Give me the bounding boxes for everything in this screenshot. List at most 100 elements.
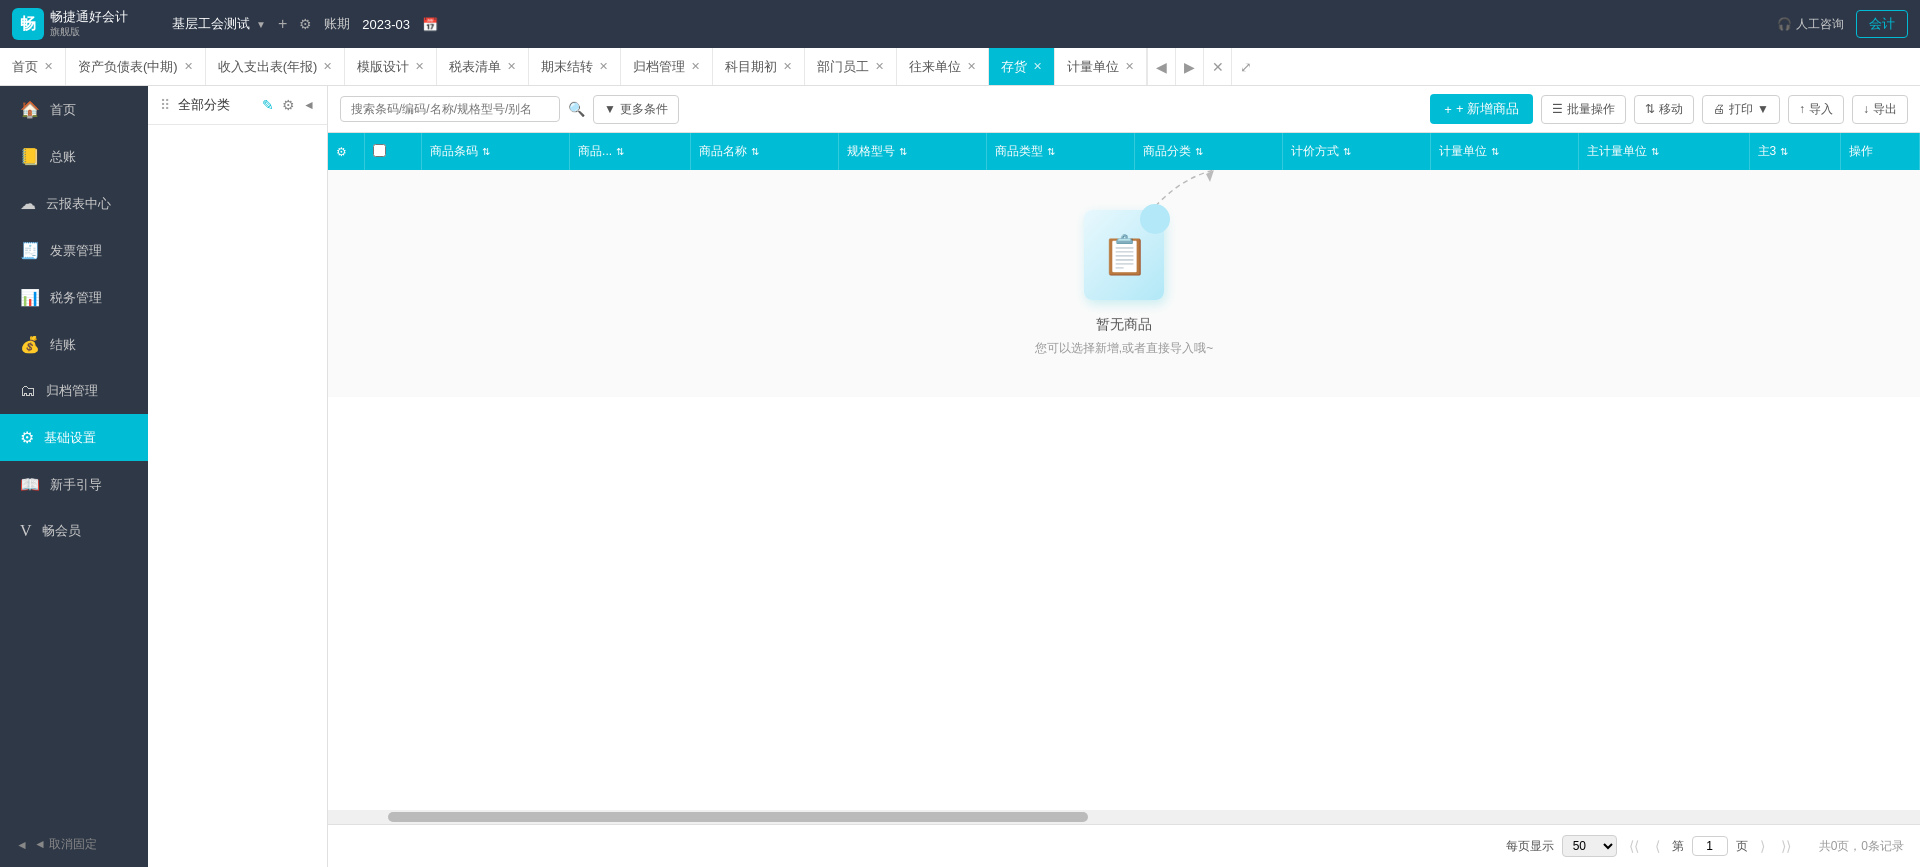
tab-home-close[interactable]: ✕ bbox=[44, 60, 53, 73]
tab-home-label: 首页 bbox=[12, 58, 38, 76]
settings-icon[interactable]: ⚙ bbox=[299, 16, 312, 32]
search-icon[interactable]: 🔍 bbox=[568, 101, 585, 117]
sort-category[interactable]: ⇅ bbox=[1195, 146, 1203, 157]
import-icon: ↑ bbox=[1799, 102, 1805, 116]
tab-tax[interactable]: 税表清单 ✕ bbox=[437, 48, 529, 86]
select-all-checkbox[interactable] bbox=[373, 144, 386, 157]
sidebar-item-settings[interactable]: ⚙ 基础设置 bbox=[0, 414, 148, 461]
add-product-button[interactable]: + + 新增商品 bbox=[1430, 94, 1533, 124]
project-selector[interactable]: 基层工会测试 ▼ bbox=[172, 15, 266, 33]
sidebar-item-reports[interactable]: ☁ 云报表中心 bbox=[0, 180, 148, 227]
search-input[interactable] bbox=[340, 96, 560, 122]
export-button[interactable]: ↓ 导出 bbox=[1852, 95, 1908, 124]
sort-price-mode[interactable]: ⇅ bbox=[1343, 146, 1351, 157]
tab-balance-sheet[interactable]: 资产负债表(中期) ✕ bbox=[66, 48, 206, 86]
table-container: ⚙ 商品条码⇅ 商品...⇅ 商品名称⇅ bbox=[328, 133, 1920, 810]
sort-code[interactable]: ⇅ bbox=[616, 146, 624, 157]
move-button[interactable]: ⇅ 移动 bbox=[1634, 95, 1694, 124]
logo-area: 畅 畅捷通好会计 旗舰版 bbox=[12, 8, 160, 40]
sort-barcode[interactable]: ⇅ bbox=[482, 146, 490, 157]
tab-archive-close[interactable]: ✕ bbox=[691, 60, 700, 73]
tab-template[interactable]: 模版设计 ✕ bbox=[345, 48, 437, 86]
sidebar-label-home: 首页 bbox=[50, 101, 76, 119]
print-icon: 🖨 bbox=[1713, 102, 1725, 116]
left-panel-collapse-btn[interactable]: ◄ bbox=[303, 98, 315, 112]
horizontal-scrollbar[interactable] bbox=[328, 810, 1920, 824]
add-label: + 新增商品 bbox=[1456, 100, 1519, 118]
tab-template-close[interactable]: ✕ bbox=[415, 60, 424, 73]
tab-inventory[interactable]: 存货 ✕ bbox=[989, 48, 1055, 86]
tab-subject-init-close[interactable]: ✕ bbox=[783, 60, 792, 73]
sort-unit[interactable]: ⇅ bbox=[1491, 146, 1499, 157]
empty-title: 暂无商品 bbox=[1096, 316, 1152, 334]
next-page-btn[interactable]: ⟩ bbox=[1756, 836, 1769, 856]
tab-tax-label: 税表清单 bbox=[449, 58, 501, 76]
tab-unit-close[interactable]: ✕ bbox=[1125, 60, 1134, 73]
tab-expand[interactable]: ⤢ bbox=[1231, 48, 1259, 86]
tab-period-close-x[interactable]: ✕ bbox=[599, 60, 608, 73]
reports-icon: ☁ bbox=[20, 194, 36, 213]
total-label: 共0页，0条记录 bbox=[1819, 838, 1904, 855]
drag-icon: ⠿ bbox=[160, 97, 170, 113]
sidebar-item-guide[interactable]: 📖 新手引导 bbox=[0, 461, 148, 508]
calendar-icon[interactable]: 📅 bbox=[422, 17, 438, 32]
th-barcode: 商品条码⇅ bbox=[422, 133, 570, 170]
collapse-sidebar-label: ◄ 取消固定 bbox=[34, 836, 97, 853]
sidebar-item-close[interactable]: 💰 结账 bbox=[0, 321, 148, 368]
print-button[interactable]: 🖨 打印 ▼ bbox=[1702, 95, 1780, 124]
sort-main-unit[interactable]: ⇅ bbox=[1651, 146, 1659, 157]
tab-balance-sheet-close[interactable]: ✕ bbox=[184, 60, 193, 73]
tab-close-all[interactable]: ✕ bbox=[1203, 48, 1231, 86]
sidebar-item-invoice[interactable]: 🧾 发票管理 bbox=[0, 227, 148, 274]
sidebar-item-home[interactable]: 🏠 首页 bbox=[0, 86, 148, 133]
print-arrow-icon: ▼ bbox=[1757, 102, 1769, 116]
sidebar-item-vip[interactable]: V 畅会员 bbox=[0, 508, 148, 554]
scrollbar-thumb[interactable] bbox=[388, 812, 1088, 822]
tab-balance-sheet-label: 资产负债表(中期) bbox=[78, 58, 178, 76]
move-icon: ⇅ bbox=[1645, 102, 1655, 116]
th-settings[interactable]: ⚙ bbox=[328, 133, 364, 170]
sidebar-item-archive[interactable]: 🗂 归档管理 bbox=[0, 368, 148, 414]
tab-nav-prev[interactable]: ◀ bbox=[1147, 48, 1175, 86]
tab-inventory-close[interactable]: ✕ bbox=[1033, 60, 1042, 73]
page-size-select[interactable]: 50 100 200 bbox=[1562, 835, 1617, 857]
sidebar-label-invoice: 发票管理 bbox=[50, 242, 102, 260]
tab-tax-close[interactable]: ✕ bbox=[507, 60, 516, 73]
help-button[interactable]: 🎧 人工咨询 bbox=[1777, 16, 1844, 33]
page-input[interactable] bbox=[1692, 836, 1728, 856]
tab-income-close[interactable]: ✕ bbox=[323, 60, 332, 73]
tab-subject-init[interactable]: 科目期初 ✕ bbox=[713, 48, 805, 86]
batch-operation-button[interactable]: ☰ 批量操作 bbox=[1541, 95, 1626, 124]
sidebar-item-ledger[interactable]: 📒 总账 bbox=[0, 133, 148, 180]
first-page-btn[interactable]: ⟨⟨ bbox=[1625, 836, 1643, 856]
prev-page-btn[interactable]: ⟨ bbox=[1651, 836, 1664, 856]
tab-contacts-close[interactable]: ✕ bbox=[967, 60, 976, 73]
last-page-btn[interactable]: ⟩⟩ bbox=[1777, 836, 1795, 856]
tab-archive[interactable]: 归档管理 ✕ bbox=[621, 48, 713, 86]
add-tab-icon[interactable]: + bbox=[278, 15, 287, 33]
sort-col3[interactable]: ⇅ bbox=[1780, 146, 1788, 157]
sort-type[interactable]: ⇅ bbox=[1047, 146, 1055, 157]
tab-contacts[interactable]: 往来单位 ✕ bbox=[897, 48, 989, 86]
tab-department-close[interactable]: ✕ bbox=[875, 60, 884, 73]
account-button[interactable]: 会计 bbox=[1856, 10, 1908, 38]
left-panel-header: ⠿ 全部分类 ✎ ⚙ ◄ bbox=[148, 86, 327, 125]
tab-period-close[interactable]: 期末结转 ✕ bbox=[529, 48, 621, 86]
sidebar-collapse-btn[interactable]: ◄ ◄ 取消固定 bbox=[0, 822, 148, 867]
category-settings-icon[interactable]: ⚙ bbox=[282, 97, 295, 113]
empty-doc: 📋 bbox=[1084, 210, 1164, 300]
tab-department[interactable]: 部门员工 ✕ bbox=[805, 48, 897, 86]
tab-income[interactable]: 收入支出表(年报) ✕ bbox=[206, 48, 346, 86]
more-filter-button[interactable]: ▼ 更多条件 bbox=[593, 95, 679, 124]
th-check[interactable] bbox=[364, 133, 422, 170]
import-button[interactable]: ↑ 导入 bbox=[1788, 95, 1844, 124]
sidebar-item-tax[interactable]: 📊 税务管理 bbox=[0, 274, 148, 321]
tab-home[interactable]: 首页 ✕ bbox=[0, 48, 66, 86]
tab-unit[interactable]: 计量单位 ✕ bbox=[1055, 48, 1147, 86]
category-edit-icon[interactable]: ✎ bbox=[262, 97, 274, 113]
sidebar-label-archive: 归档管理 bbox=[46, 382, 98, 400]
app-name: 畅捷通好会计 bbox=[50, 9, 128, 25]
sort-spec[interactable]: ⇅ bbox=[899, 146, 907, 157]
tab-nav-next[interactable]: ▶ bbox=[1175, 48, 1203, 86]
sort-name[interactable]: ⇅ bbox=[751, 146, 759, 157]
